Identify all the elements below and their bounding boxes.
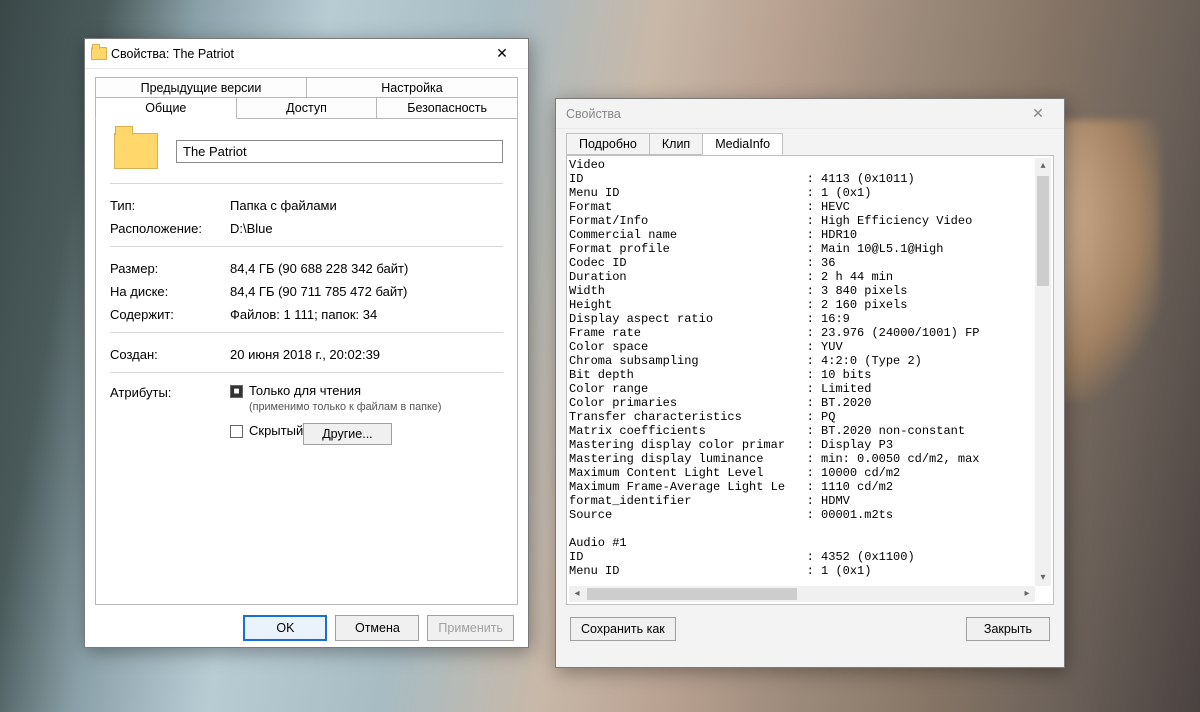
contains-label: Содержит:: [110, 307, 230, 322]
divider: [110, 246, 503, 247]
tab-general[interactable]: Общие: [95, 97, 237, 119]
apply-button[interactable]: Применить: [427, 615, 514, 641]
tab-security[interactable]: Безопасность: [376, 97, 518, 119]
tab-previous-versions[interactable]: Предыдущие версии: [95, 77, 307, 98]
close-button[interactable]: Закрыть: [966, 617, 1050, 641]
size-on-disk-value: 84,4 ГБ (90 711 785 472 байт): [230, 284, 503, 299]
titlebar[interactable]: Свойства ✕: [556, 99, 1064, 129]
mediainfo-tabs: Подробно Клип MediaInfo: [566, 133, 1054, 155]
close-button[interactable]: ✕: [482, 45, 522, 62]
location-value: D:\Blue: [230, 221, 503, 236]
general-tab-page: Тип:Папка с файлами Расположение:D:\Blue…: [95, 119, 518, 605]
created-label: Создан:: [110, 347, 230, 362]
folder-name-input[interactable]: [176, 140, 503, 163]
folder-icon-large: [114, 133, 158, 169]
size-label: Размер:: [110, 261, 230, 276]
divider: [110, 372, 503, 373]
mediainfo-text[interactable]: Video ID : 4113 (0x1011) Menu ID : 1 (0x…: [569, 158, 1035, 586]
created-value: 20 июня 2018 г., 20:02:39: [230, 347, 503, 362]
readonly-checkbox[interactable]: ■: [230, 385, 243, 398]
close-button[interactable]: ✕: [1018, 105, 1058, 122]
size-on-disk-label: На диске:: [110, 284, 230, 299]
horizontal-scrollbar[interactable]: ◂ ▸: [569, 586, 1035, 602]
scroll-right-icon[interactable]: ▸: [1019, 586, 1035, 602]
dialog-button-bar: OK Отмена Применить: [85, 605, 528, 653]
mediainfo-window: Свойства ✕ Подробно Клип MediaInfo Video…: [555, 98, 1065, 668]
scroll-up-icon[interactable]: ▴: [1035, 158, 1051, 174]
window-title: Свойства: The Patriot: [107, 47, 482, 61]
readonly-label: Только для чтения (применимо только к фа…: [249, 383, 442, 413]
contains-value: Файлов: 1 111; папок: 34: [230, 307, 503, 322]
type-value: Папка с файлами: [230, 198, 503, 213]
vertical-scrollbar[interactable]: ▴ ▾: [1035, 158, 1051, 586]
mediainfo-page: Video ID : 4113 (0x1011) Menu ID : 1 (0x…: [566, 155, 1054, 605]
hidden-label: Скрытый: [249, 423, 303, 438]
divider: [110, 332, 503, 333]
properties-tabs: Предыдущие версии Настройка Общие Доступ…: [95, 77, 518, 119]
window-title: Свойства: [562, 107, 1018, 121]
hidden-checkbox[interactable]: [230, 425, 243, 438]
divider: [110, 183, 503, 184]
titlebar[interactable]: Свойства: The Patriot ✕: [85, 39, 528, 69]
tab-details[interactable]: Подробно: [566, 133, 650, 155]
other-attributes-button[interactable]: Другие...: [303, 423, 391, 445]
scroll-left-icon[interactable]: ◂: [569, 586, 585, 602]
folder-icon: [91, 47, 107, 60]
scroll-thumb[interactable]: [1037, 176, 1049, 286]
ok-button[interactable]: OK: [243, 615, 327, 641]
size-value: 84,4 ГБ (90 688 228 342 байт): [230, 261, 503, 276]
type-label: Тип:: [110, 198, 230, 213]
save-as-button[interactable]: Сохранить как: [570, 617, 676, 641]
cancel-button[interactable]: Отмена: [335, 615, 419, 641]
folder-properties-window: Свойства: The Patriot ✕ Предыдущие верси…: [84, 38, 529, 648]
scroll-thumb[interactable]: [587, 588, 797, 600]
location-label: Расположение:: [110, 221, 230, 236]
tab-customize[interactable]: Настройка: [306, 77, 518, 98]
tab-mediainfo[interactable]: MediaInfo: [702, 133, 783, 155]
tab-sharing[interactable]: Доступ: [236, 97, 378, 119]
tab-clip[interactable]: Клип: [649, 133, 703, 155]
attributes-label: Атрибуты:: [110, 383, 230, 400]
scroll-down-icon[interactable]: ▾: [1035, 570, 1051, 586]
